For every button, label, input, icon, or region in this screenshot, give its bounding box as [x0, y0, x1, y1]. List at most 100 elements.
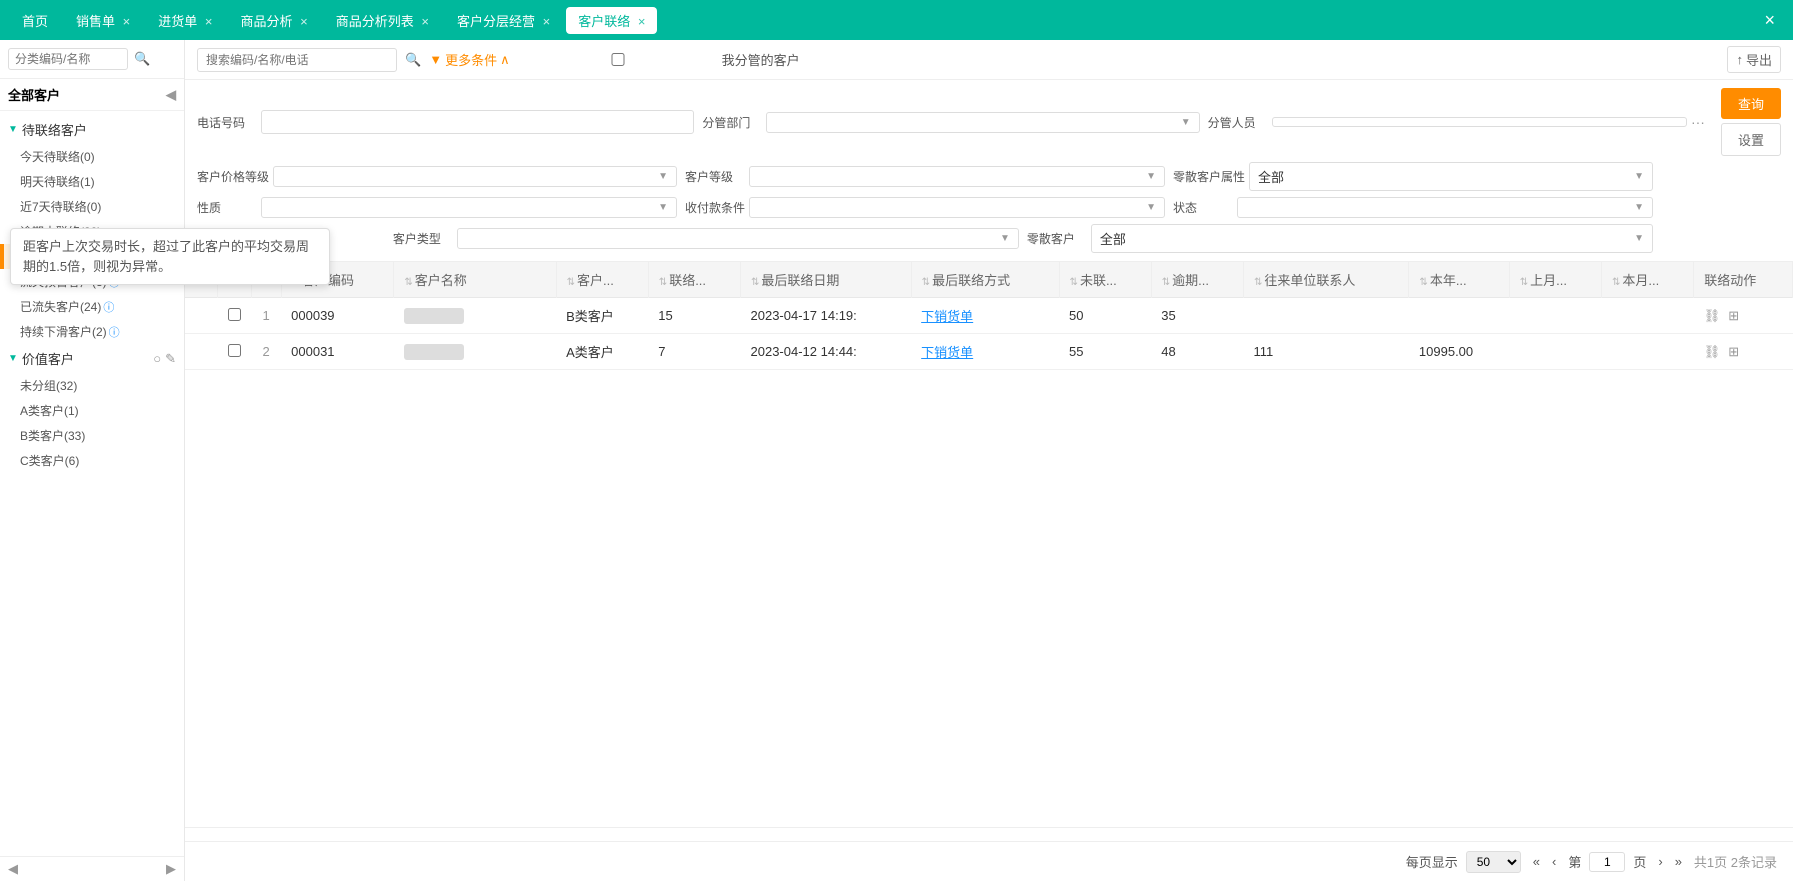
nav-sales[interactable]: 销售单 ×: [64, 7, 142, 34]
sidebar-collapse-icon[interactable]: ◀: [166, 87, 176, 103]
sidebar-group-pending[interactable]: ▼ 待联络客户: [0, 115, 184, 144]
sidebar-search-icon[interactable]: 🔍: [134, 51, 150, 67]
nav-customer-contact[interactable]: 客户联络 ×: [566, 7, 657, 34]
toolbar-search-icon[interactable]: 🔍: [405, 52, 421, 68]
table-overdue-col[interactable]: ⇅逾期...: [1151, 262, 1243, 298]
row-checkbox-cell[interactable]: [217, 298, 251, 334]
circle-icon[interactable]: ○: [153, 351, 161, 367]
table-last-date-col[interactable]: ⇅最后联络日期: [741, 262, 912, 298]
row-type: A类客户: [556, 334, 648, 370]
table-name-col[interactable]: ⇅客户名称: [394, 262, 556, 298]
customer-type-select[interactable]: ▼: [457, 228, 1019, 249]
nature-select[interactable]: ▼: [261, 197, 677, 218]
sidebar-item-declining[interactable]: 持续下滑客户(2) ⓘ: [0, 319, 184, 344]
manager-dots[interactable]: ···: [1691, 114, 1705, 130]
close-analysis-tab[interactable]: ×: [300, 14, 308, 29]
filter-button[interactable]: ▼ 更多条件 ∧: [429, 50, 509, 69]
sidebar-item-b-class[interactable]: B类客户(33): [0, 423, 184, 448]
action-grid-icon[interactable]: ⊞: [1728, 344, 1739, 360]
close-customer-tier-tab[interactable]: ×: [543, 14, 551, 29]
retail-customer-select[interactable]: 全部 ▼: [1091, 224, 1653, 253]
sidebar-right-arrow[interactable]: ▶: [166, 861, 176, 877]
row-name[interactable]: [394, 334, 556, 370]
customer-table-wrapper: ⚙ ⇅客户编码 ⇅客户名称 ⇅客户...: [185, 262, 1793, 827]
sort-icon: ⇅: [1070, 277, 1078, 288]
sidebar-tree: ▼ 待联络客户 今天待联络(0) 明天待联络(1) 近7天待联络(0) 逾期未联…: [0, 111, 184, 856]
edit-icon[interactable]: ✎: [165, 351, 176, 367]
sidebar-item-c-class[interactable]: C类客户(6): [0, 448, 184, 473]
page-number-input[interactable]: [1589, 852, 1625, 872]
row-last-date: 2023-04-12 14:44:: [741, 334, 912, 370]
window-close-button[interactable]: ×: [1756, 10, 1783, 31]
sidebar-item-today-pending[interactable]: 今天待联络(0): [0, 144, 184, 169]
row-settings-icon[interactable]: [185, 334, 217, 370]
my-customer-checkbox[interactable]: [518, 53, 718, 66]
close-analysis-list-tab[interactable]: ×: [421, 14, 429, 29]
row-settings-icon[interactable]: [185, 298, 217, 334]
row-last-method[interactable]: 下销货单: [911, 298, 1059, 334]
sidebar-item-ungrouped[interactable]: 未分组(32): [0, 373, 184, 398]
nav-analysis-list[interactable]: 商品分析列表 ×: [324, 7, 441, 34]
prev-page-btn[interactable]: ‹: [1548, 852, 1560, 871]
sidebar-item-tomorrow-pending[interactable]: 明天待联络(1): [0, 169, 184, 194]
retail-customer-label: 零散客户: [1027, 230, 1087, 247]
customer-grade-select[interactable]: ▼: [749, 166, 1165, 187]
total-info: 共1页 2条记录: [1694, 852, 1777, 871]
table-this-month-col[interactable]: ⇅本月...: [1601, 262, 1693, 298]
price-grade-select[interactable]: ▼: [273, 166, 677, 187]
table-this-year-col[interactable]: ⇅本年...: [1409, 262, 1509, 298]
sort-icon: ⇅: [751, 277, 759, 288]
value-customers-edit-icons[interactable]: ○ ✎: [153, 351, 176, 367]
sidebar-group-value-customers[interactable]: ▼ 价值客户 ○ ✎: [0, 344, 184, 373]
sidebar-left-arrow[interactable]: ◀: [8, 861, 18, 877]
search-input[interactable]: [197, 48, 397, 72]
retail-attr-select[interactable]: 全部 ▼: [1249, 162, 1653, 191]
sidebar-all-customers[interactable]: 全部客户 ◀: [0, 79, 184, 111]
query-button[interactable]: 查询: [1721, 88, 1781, 119]
info-icon-declining[interactable]: ⓘ: [109, 324, 120, 340]
nav-purchase[interactable]: 进货单 ×: [146, 7, 224, 34]
settings-button[interactable]: 设置: [1721, 123, 1781, 156]
row-checkbox[interactable]: [228, 344, 241, 357]
close-sales-tab[interactable]: ×: [123, 14, 131, 29]
sidebar-search-input[interactable]: [8, 48, 128, 70]
horizontal-scrollbar[interactable]: [185, 827, 1793, 841]
sidebar-item-7day-pending[interactable]: 近7天待联络(0): [0, 194, 184, 219]
info-icon-churned[interactable]: ⓘ: [103, 299, 114, 315]
table-last-method-col[interactable]: ⇅最后联络方式: [911, 262, 1059, 298]
table-contact-col[interactable]: ⇅联络...: [648, 262, 740, 298]
close-purchase-tab[interactable]: ×: [205, 14, 213, 29]
action-link-icon[interactable]: ⛓: [1704, 308, 1721, 324]
my-customer-checkbox-label[interactable]: 我分管的客户: [518, 50, 800, 69]
per-page-select[interactable]: 50 100 200: [1466, 851, 1521, 873]
nav-customer-tier[interactable]: 客户分层经营 ×: [445, 7, 562, 34]
phone-input[interactable]: [261, 110, 694, 134]
row-name[interactable]: [394, 298, 556, 334]
table-contact-person-col[interactable]: ⇅往来单位联系人: [1243, 262, 1408, 298]
status-select[interactable]: ▼: [1237, 197, 1653, 218]
close-customer-contact-tab[interactable]: ×: [638, 14, 646, 29]
first-page-btn[interactable]: «: [1529, 852, 1544, 871]
row-uncontacted: 55: [1059, 334, 1151, 370]
payment-select[interactable]: ▼: [749, 197, 1165, 218]
table-uncontacted-col[interactable]: ⇅未联...: [1059, 262, 1151, 298]
filter-manager: 分管人员 ···: [1208, 114, 1705, 131]
nav-analysis[interactable]: 商品分析 ×: [228, 7, 319, 34]
nav-home[interactable]: 首页: [10, 7, 60, 34]
table-type-col[interactable]: ⇅客户...: [556, 262, 648, 298]
retail-attr-arrow-icon: ▼: [1634, 171, 1644, 182]
sidebar-item-churned[interactable]: 已流失客户(24) ⓘ: [0, 294, 184, 319]
row-last-method[interactable]: 下销货单: [911, 334, 1059, 370]
last-page-btn[interactable]: »: [1671, 852, 1686, 871]
table-last-month-col[interactable]: ⇅上月...: [1509, 262, 1601, 298]
dept-select[interactable]: ▼: [766, 112, 1199, 133]
export-button[interactable]: ↑ 导出: [1727, 46, 1781, 73]
filter-status: 状态 ▼: [1173, 197, 1653, 218]
sidebar-item-a-class[interactable]: A类客户(1): [0, 398, 184, 423]
row-checkbox[interactable]: [228, 308, 241, 321]
action-grid-icon[interactable]: ⊞: [1728, 308, 1739, 324]
row-checkbox-cell[interactable]: [217, 334, 251, 370]
action-link-icon[interactable]: ⛓: [1704, 344, 1721, 360]
next-page-btn[interactable]: ›: [1654, 852, 1666, 871]
manager-select[interactable]: [1272, 117, 1687, 127]
